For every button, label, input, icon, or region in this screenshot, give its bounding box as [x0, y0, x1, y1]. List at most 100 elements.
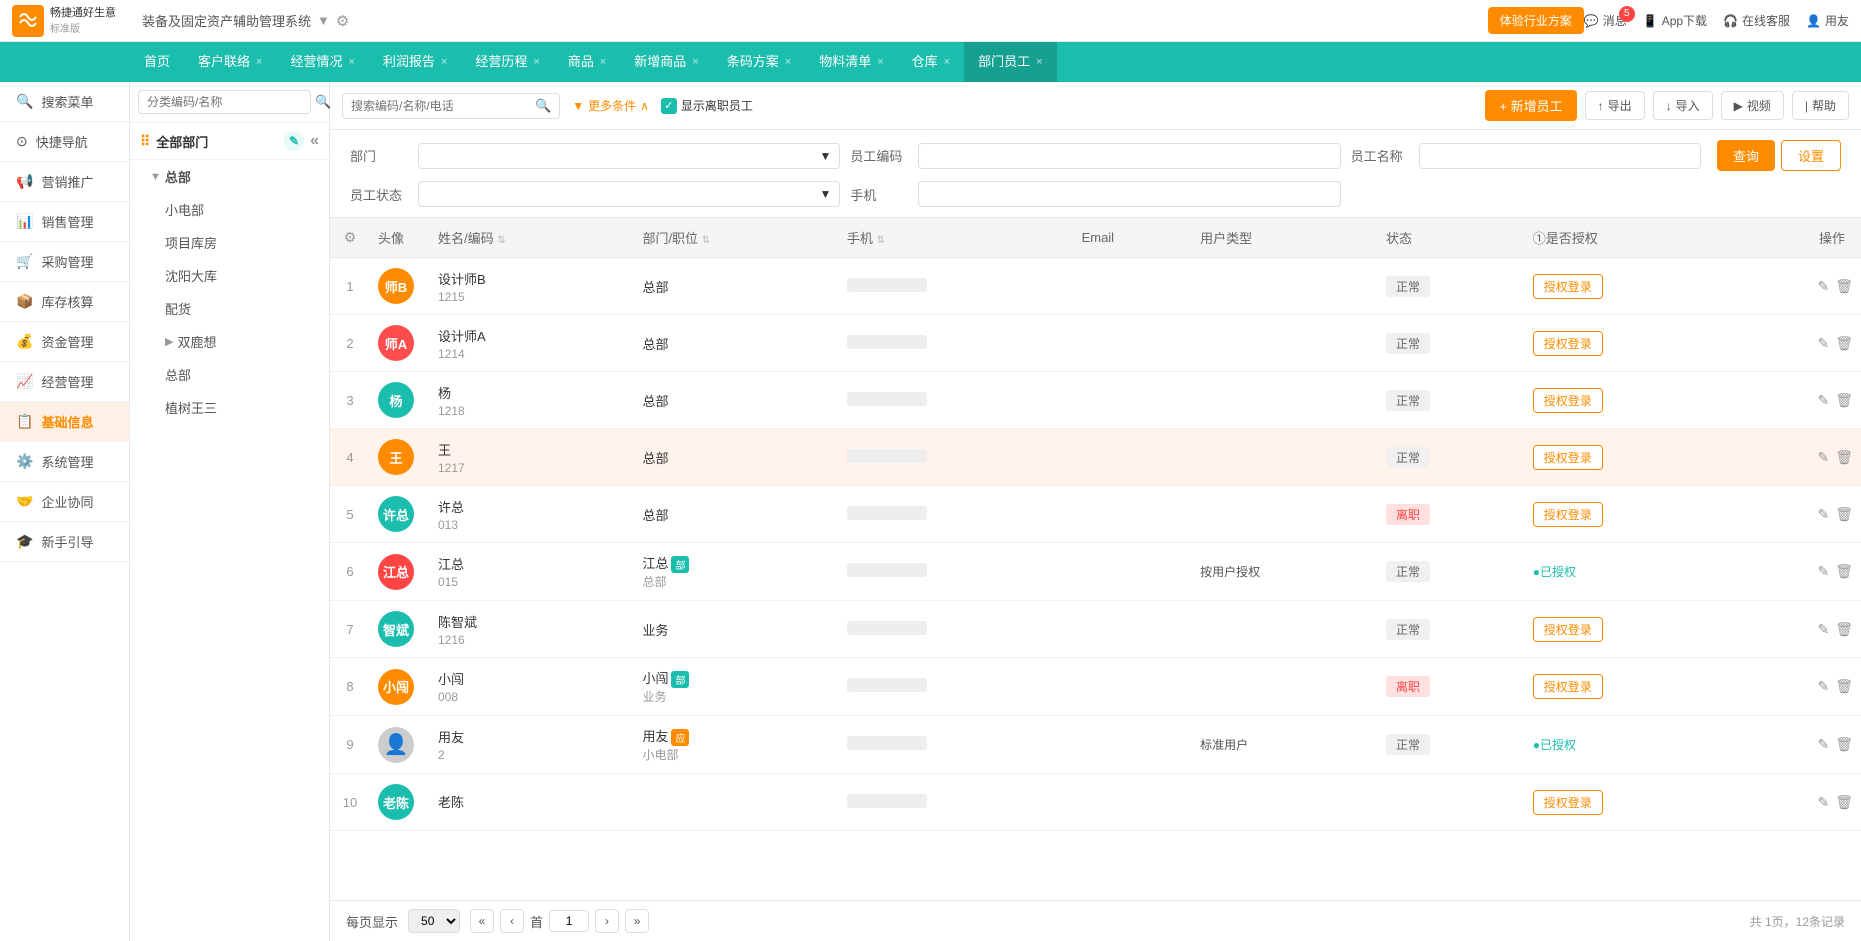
sidebar-item-系统管理[interactable]: ⚙️系统管理 — [0, 442, 129, 482]
nav-tab-新增商品[interactable]: 新增商品× — [620, 42, 712, 82]
page-size-select[interactable]: 50 — [408, 909, 460, 933]
sidebar-item-销售管理[interactable]: 📊销售管理 — [0, 202, 129, 242]
trial-button[interactable]: 体验行业方案 — [1488, 7, 1584, 34]
status-select[interactable]: ▼ — [418, 181, 840, 207]
edit-button[interactable]: ✎ — [1817, 736, 1829, 753]
settings-icon[interactable]: ⚙ — [336, 12, 349, 30]
tree-item-沈阳大库[interactable]: 沈阳大库 — [130, 259, 329, 292]
edit-button[interactable]: ✎ — [1817, 335, 1829, 352]
delete-button[interactable]: 🗑 — [1835, 506, 1853, 523]
close-tab-icon[interactable]: × — [600, 42, 606, 82]
sidebar-item-营销推广[interactable]: 📢营销推广 — [0, 162, 129, 202]
sidebar-item-资金管理[interactable]: 💰资金管理 — [0, 322, 129, 362]
close-tab-icon[interactable]: × — [692, 42, 698, 82]
dept-select[interactable]: ▼ — [418, 143, 840, 169]
prev-page-button[interactable]: ‹ — [500, 909, 524, 933]
sidebar-item-经营管理[interactable]: 📈经营管理 — [0, 362, 129, 402]
close-tab-icon[interactable]: × — [877, 42, 883, 82]
dropdown-arrow-icon[interactable]: ▼ — [317, 13, 330, 28]
edit-button[interactable]: ✎ — [1817, 678, 1829, 695]
close-tab-icon[interactable]: × — [348, 42, 354, 82]
sidebar-item-基础信息[interactable]: 📋基础信息 — [0, 402, 129, 442]
edit-button[interactable]: ✎ — [1817, 563, 1829, 580]
nav-tab-商品[interactable]: 商品× — [554, 42, 620, 82]
nav-tab-经营历程[interactable]: 经营历程× — [461, 42, 553, 82]
tree-collapse-icon[interactable]: « — [310, 132, 319, 150]
help-button[interactable]: | 帮助 — [1792, 91, 1849, 120]
tree-item-总部[interactable]: 总部 — [130, 358, 329, 391]
delete-button[interactable]: 🗑 — [1835, 621, 1853, 638]
nav-tab-利润报告[interactable]: 利润报告× — [369, 42, 461, 82]
more-filters-button[interactable]: ▼ 更多条件 ∧ — [572, 97, 649, 114]
delete-button[interactable]: 🗑 — [1835, 278, 1853, 295]
app-download-button[interactable]: 📱 App下载 — [1643, 12, 1707, 29]
close-tab-icon[interactable]: × — [533, 42, 539, 82]
tree-item-双鹿想[interactable]: ▶双鹿想 — [130, 325, 329, 358]
auth-login-button[interactable]: 授权登录 — [1533, 274, 1603, 299]
tree-edit-icon[interactable]: ✎ — [284, 131, 304, 151]
add-employee-button[interactable]: + 新增员工 — [1485, 90, 1576, 121]
delete-button[interactable]: 🗑 — [1835, 678, 1853, 695]
edit-button[interactable]: ✎ — [1817, 278, 1829, 295]
col-name[interactable]: 姓名/编码 ⇅ — [430, 218, 634, 258]
show-resigned-toggle[interactable]: ✓ 显示离职员工 — [661, 97, 753, 114]
auth-login-button[interactable]: 授权登录 — [1533, 790, 1603, 815]
tree-item-总部[interactable]: ▼总部 — [130, 160, 329, 193]
nav-tab-条码方案[interactable]: 条码方案× — [713, 42, 805, 82]
close-tab-icon[interactable]: × — [1036, 42, 1042, 82]
delete-button[interactable]: 🗑 — [1835, 335, 1853, 352]
col-dept[interactable]: 部门/职位 ⇅ — [634, 218, 838, 258]
online-service-button[interactable]: 🎧 在线客服 — [1723, 12, 1790, 29]
view-button[interactable]: ▶ 视频 — [1721, 91, 1784, 120]
col-setting-icon[interactable]: ⚙ — [344, 229, 357, 245]
close-tab-icon[interactable]: × — [785, 42, 791, 82]
close-tab-icon[interactable]: × — [441, 42, 447, 82]
col-setting[interactable]: ⚙ — [330, 218, 370, 258]
delete-button[interactable]: 🗑 — [1835, 563, 1853, 580]
auth-login-button[interactable]: 授权登录 — [1533, 388, 1603, 413]
delete-button[interactable]: 🗑 — [1835, 449, 1853, 466]
tree-item-项目库房[interactable]: 项目库房 — [130, 226, 329, 259]
message-button[interactable]: 💬 消息 5 — [1584, 12, 1627, 29]
auth-login-button[interactable]: 授权登录 — [1533, 502, 1603, 527]
auth-login-button[interactable]: 授权登录 — [1533, 331, 1603, 356]
nav-tab-部门员工[interactable]: 部门员工× — [964, 42, 1056, 82]
set-button[interactable]: 设置 — [1781, 140, 1841, 171]
delete-button[interactable]: 🗑 — [1835, 794, 1853, 811]
sidebar-item-快捷导航[interactable]: ⊙快捷导航 — [0, 122, 129, 162]
delete-button[interactable]: 🗑 — [1835, 392, 1853, 409]
tree-search-icon[interactable]: 🔍 — [315, 94, 331, 110]
phone-filter-input[interactable] — [918, 181, 1340, 207]
empcode-filter-input[interactable] — [918, 143, 1340, 169]
col-phone[interactable]: 手机 ⇅ — [839, 218, 1074, 258]
sidebar-item-采购管理[interactable]: 🛒采购管理 — [0, 242, 129, 282]
nav-tab-仓库[interactable]: 仓库× — [898, 42, 964, 82]
sidebar-item-搜索菜单[interactable]: 🔍搜索菜单 — [0, 82, 129, 122]
import-button[interactable]: ↓ 导入 — [1653, 91, 1713, 120]
sidebar-item-库存核算[interactable]: 📦库存核算 — [0, 282, 129, 322]
delete-button[interactable]: 🗑 — [1835, 736, 1853, 753]
empname-filter-input[interactable] — [1419, 143, 1701, 169]
sidebar-item-企业协同[interactable]: 🤝企业协同 — [0, 482, 129, 522]
nav-tab-经营情况[interactable]: 经营情况× — [276, 42, 368, 82]
tree-search-input[interactable] — [138, 90, 311, 114]
tree-item-植树王三[interactable]: 植树王三 — [130, 391, 329, 424]
nav-tab-物料清单[interactable]: 物料清单× — [805, 42, 897, 82]
tree-header[interactable]: ⠿ 全部部门 ✎ « — [130, 123, 329, 160]
close-tab-icon[interactable]: × — [256, 42, 262, 82]
tree-item-小电部[interactable]: 小电部 — [130, 193, 329, 226]
edit-button[interactable]: ✎ — [1817, 621, 1829, 638]
employee-search-input[interactable] — [351, 99, 531, 113]
edit-button[interactable]: ✎ — [1817, 449, 1829, 466]
nav-tab-客户联络[interactable]: 客户联络× — [184, 42, 276, 82]
user-button[interactable]: 👤 用友 — [1806, 12, 1849, 29]
auth-login-button[interactable]: 授权登录 — [1533, 674, 1603, 699]
next-page-button[interactable]: › — [595, 909, 619, 933]
nav-tab-首页[interactable]: 首页 — [130, 42, 184, 82]
edit-button[interactable]: ✎ — [1817, 506, 1829, 523]
edit-button[interactable]: ✎ — [1817, 392, 1829, 409]
close-tab-icon[interactable]: × — [944, 42, 950, 82]
query-button[interactable]: 查询 — [1717, 140, 1775, 171]
page-input[interactable] — [549, 910, 589, 932]
export-button[interactable]: ↑ 导出 — [1585, 91, 1645, 120]
